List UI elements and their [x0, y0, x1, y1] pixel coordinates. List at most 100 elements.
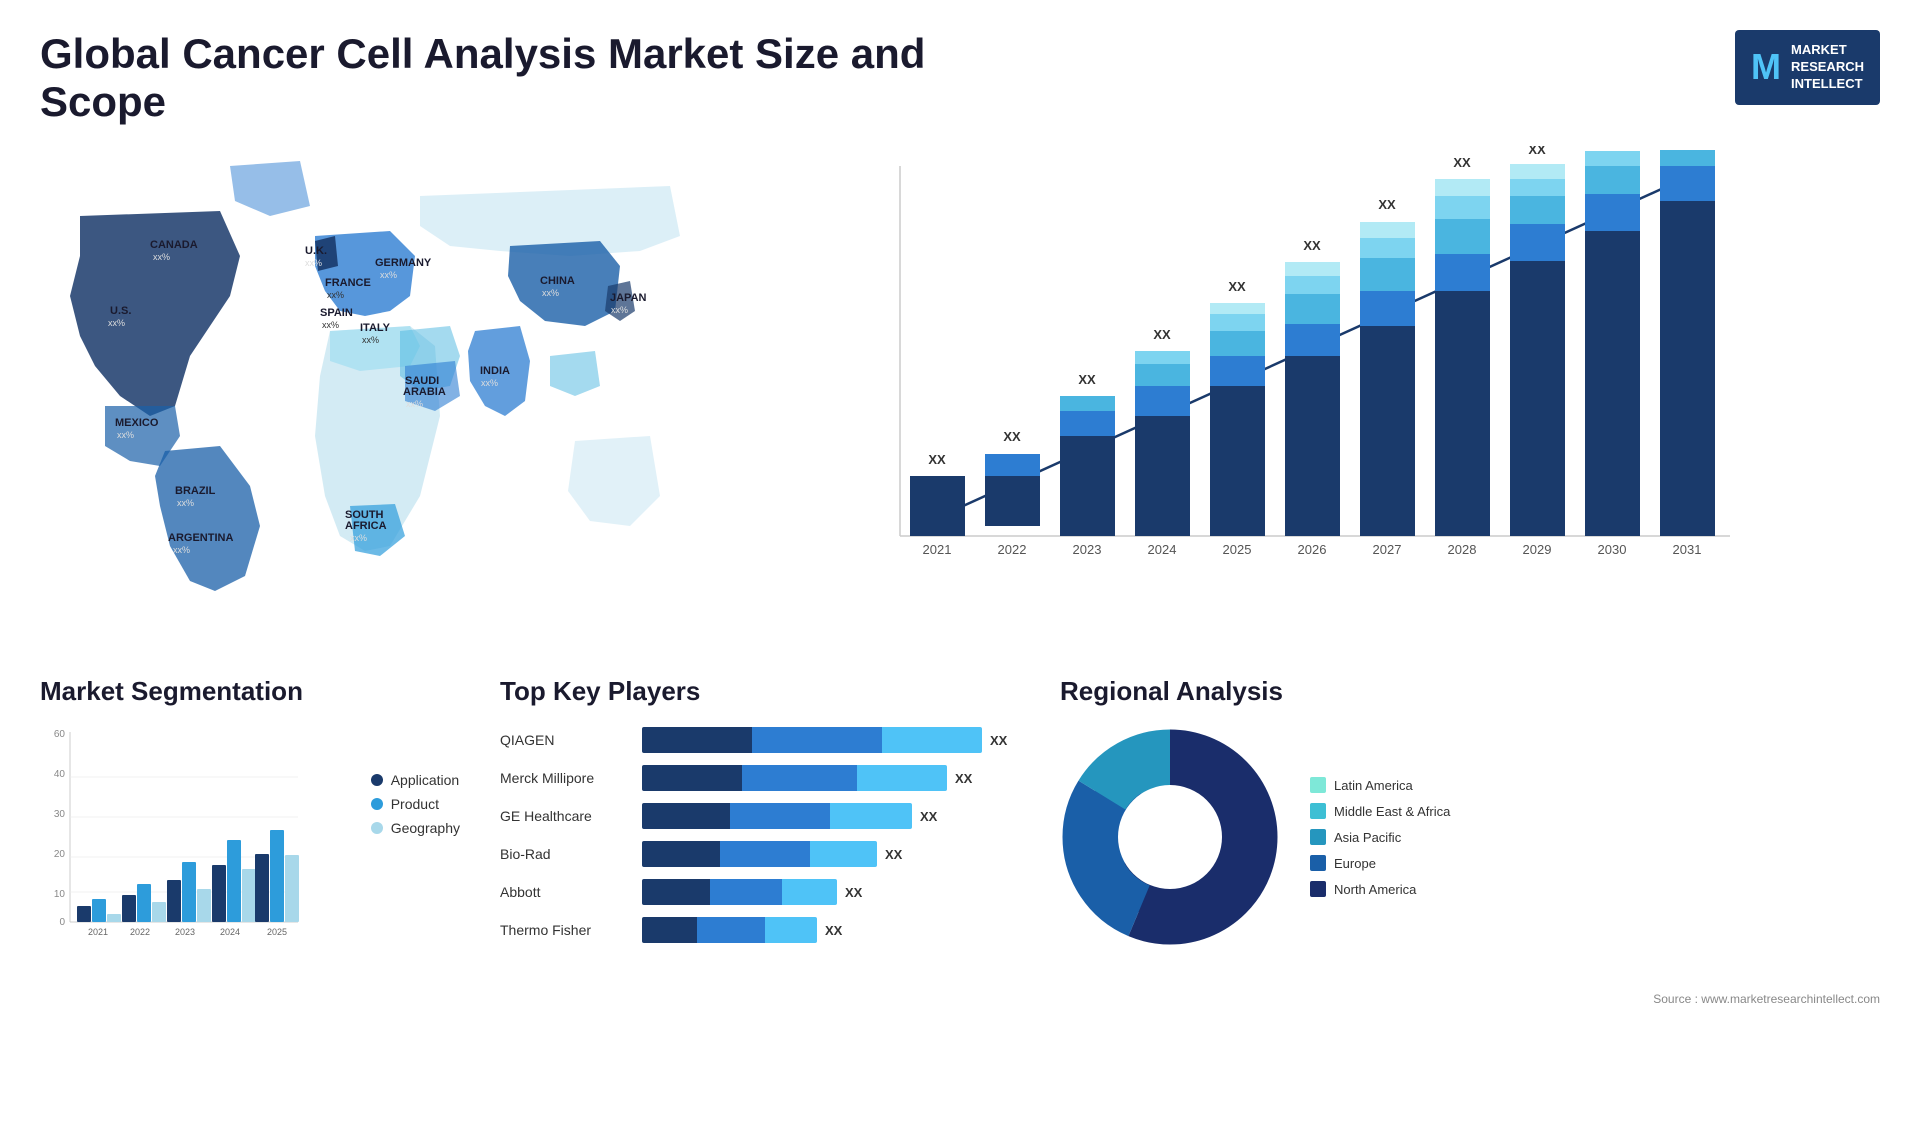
- svg-text:2022: 2022: [130, 927, 150, 937]
- player-row-ge: GE Healthcare XX: [500, 803, 1020, 829]
- svg-text:xx%: xx%: [406, 399, 423, 409]
- svg-text:2021: 2021: [88, 927, 108, 937]
- player-bar-biorad: [642, 841, 877, 867]
- legend-label-north-america: North America: [1334, 882, 1416, 897]
- svg-text:U.K.: U.K.: [305, 245, 327, 257]
- svg-text:SPAIN: SPAIN: [320, 307, 353, 319]
- segmentation-chart: 60 40 30 20 10 0 2021: [40, 727, 300, 957]
- bottom-row: Market Segmentation 60 40 30 20 10 0: [0, 656, 1920, 982]
- player-name-ge: GE Healthcare: [500, 808, 630, 824]
- player-name-merck: Merck Millipore: [500, 770, 630, 786]
- legend-application: Application: [371, 772, 460, 788]
- svg-text:CHINA: CHINA: [540, 275, 575, 287]
- svg-text:30: 30: [54, 809, 66, 820]
- key-players-title: Top Key Players: [500, 676, 1020, 707]
- svg-text:xx%: xx%: [177, 498, 194, 508]
- legend-north-america: North America: [1310, 881, 1450, 897]
- svg-text:XX: XX: [1303, 238, 1321, 253]
- svg-text:U.S.: U.S.: [110, 305, 131, 317]
- segmentation-legend: Application Product Geography: [371, 742, 460, 962]
- svg-text:ITALY: ITALY: [360, 322, 391, 334]
- svg-text:xx%: xx%: [322, 320, 339, 330]
- player-row-biorad: Bio-Rad XX: [500, 841, 1020, 867]
- player-name-abbott: Abbott: [500, 884, 630, 900]
- world-map-section: CANADA xx% U.S. xx% MEXICO xx% BRAZIL xx…: [20, 136, 700, 656]
- svg-text:xx%: xx%: [350, 533, 367, 543]
- player-name-thermo: Thermo Fisher: [500, 922, 630, 938]
- legend-dot-product: [371, 798, 383, 810]
- player-bar-merck: [642, 765, 947, 791]
- logo-text: MARKET RESEARCH INTELLECT: [1791, 42, 1864, 93]
- legend-dot-geography: [371, 822, 383, 834]
- legend-label-geography: Geography: [391, 820, 460, 836]
- donut-container: Latin America Middle East & Africa Asia …: [1060, 727, 1880, 947]
- legend-europe: Europe: [1310, 855, 1450, 871]
- svg-text:2024: 2024: [220, 927, 240, 937]
- legend-middle-east: Middle East & Africa: [1310, 803, 1450, 819]
- source-text: Source : www.marketresearchintellect.com: [0, 992, 1920, 1006]
- svg-text:xx%: xx%: [108, 318, 125, 328]
- svg-text:2031: 2031: [1673, 542, 1702, 557]
- svg-text:BRAZIL: BRAZIL: [175, 485, 216, 497]
- svg-text:2028: 2028: [1448, 542, 1477, 557]
- svg-text:XX: XX: [1453, 155, 1471, 170]
- svg-text:xx%: xx%: [481, 378, 498, 388]
- legend-color-latin-america: [1310, 777, 1326, 793]
- player-val-thermo: XX: [825, 923, 842, 938]
- svg-text:0: 0: [59, 917, 65, 928]
- legend-color-asia-pacific: [1310, 829, 1326, 845]
- player-bar-ge: [642, 803, 912, 829]
- segmentation-section: Market Segmentation 60 40 30 20 10 0: [40, 676, 460, 962]
- svg-text:XX: XX: [1228, 279, 1246, 294]
- legend-label-middle-east: Middle East & Africa: [1334, 804, 1450, 819]
- svg-text:AFRICA: AFRICA: [345, 520, 387, 532]
- svg-text:xx%: xx%: [117, 430, 134, 440]
- legend-label-latin-america: Latin America: [1334, 778, 1413, 793]
- legend-geography: Geography: [371, 820, 460, 836]
- svg-text:ARABIA: ARABIA: [403, 386, 446, 398]
- svg-text:XX: XX: [1078, 372, 1096, 387]
- legend-color-middle-east: [1310, 803, 1326, 819]
- logo-box: M MARKET RESEARCH INTELLECT: [1735, 30, 1880, 105]
- svg-text:2023: 2023: [1073, 542, 1102, 557]
- svg-text:20: 20: [54, 849, 66, 860]
- player-bar-qiagen: [642, 727, 982, 753]
- svg-text:XX: XX: [1003, 429, 1021, 444]
- regional-section: Regional Analysis: [1060, 676, 1880, 962]
- svg-text:xx%: xx%: [542, 288, 559, 298]
- player-name-biorad: Bio-Rad: [500, 846, 630, 862]
- svg-text:JAPAN: JAPAN: [610, 292, 647, 304]
- legend-dot-application: [371, 774, 383, 786]
- legend-color-europe: [1310, 855, 1326, 871]
- svg-text:2029: 2029: [1523, 542, 1552, 557]
- svg-text:2025: 2025: [267, 927, 287, 937]
- player-row-qiagen: QIAGEN XX: [500, 727, 1020, 753]
- svg-text:INDIA: INDIA: [480, 365, 510, 377]
- legend-product: Product: [371, 796, 460, 812]
- svg-text:60: 60: [54, 729, 66, 740]
- svg-text:xx%: xx%: [362, 335, 379, 345]
- player-val-qiagen: XX: [990, 733, 1007, 748]
- player-val-abbott: XX: [845, 885, 862, 900]
- svg-text:2021: 2021: [923, 542, 952, 557]
- logo-letter: M: [1751, 46, 1781, 88]
- player-val-biorad: XX: [885, 847, 902, 862]
- logo-area: M MARKET RESEARCH INTELLECT: [1735, 30, 1880, 105]
- svg-text:XX: XX: [1153, 327, 1171, 342]
- bar-chart-section: XX 2021 XX 2022 XX 2023 XX: [700, 136, 1900, 656]
- svg-text:2025: 2025: [1223, 542, 1252, 557]
- market-size-bar-chart: XX 2021 XX 2022 XX 2023 XX: [720, 146, 1880, 586]
- donut-legend: Latin America Middle East & Africa Asia …: [1310, 777, 1450, 897]
- svg-text:xx%: xx%: [153, 252, 170, 262]
- svg-text:2027: 2027: [1373, 542, 1402, 557]
- player-bar-abbott: [642, 879, 837, 905]
- legend-latin-america: Latin America: [1310, 777, 1450, 793]
- svg-text:GERMANY: GERMANY: [375, 257, 432, 269]
- svg-text:10: 10: [54, 889, 66, 900]
- svg-text:xx%: xx%: [611, 305, 628, 315]
- page-header: Global Cancer Cell Analysis Market Size …: [0, 0, 1920, 136]
- legend-label-product: Product: [391, 796, 439, 812]
- svg-text:CANADA: CANADA: [150, 239, 198, 251]
- svg-text:XX: XX: [1528, 146, 1546, 157]
- svg-text:FRANCE: FRANCE: [325, 277, 371, 289]
